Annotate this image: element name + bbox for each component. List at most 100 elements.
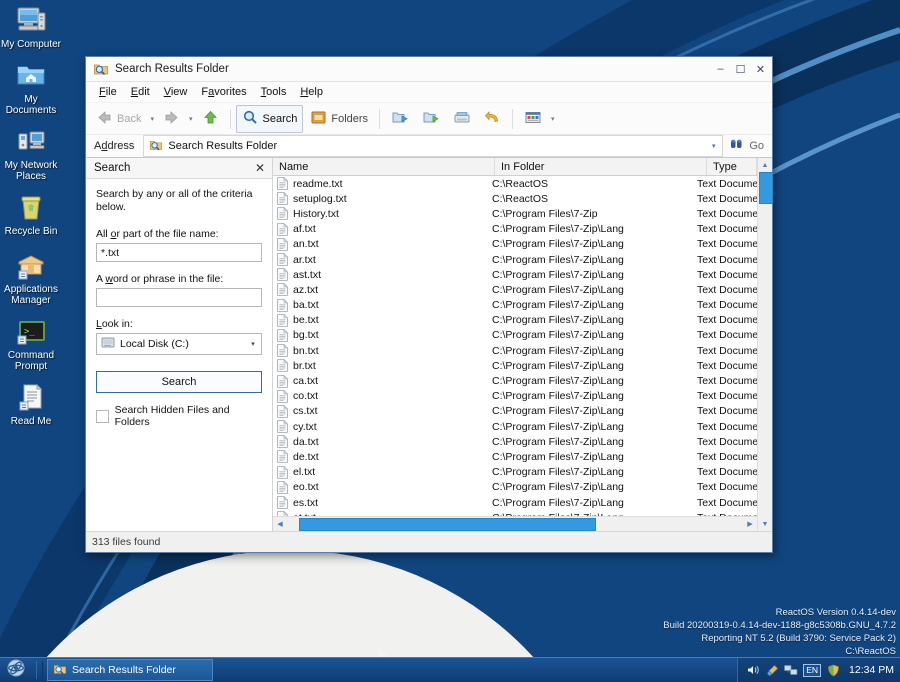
views-button[interactable] (518, 105, 548, 133)
search-submit-label: Search (162, 376, 197, 388)
file-list-header[interactable]: Name In Folder Type (273, 158, 757, 176)
scroll-down-button[interactable]: ▼ (758, 517, 772, 531)
table-row[interactable]: az.txtC:\Program Files\7-Zip\LangText Do… (273, 282, 757, 297)
menu-view[interactable]: View (157, 84, 195, 100)
brush-icon[interactable] (765, 663, 779, 677)
address-dropdown-button[interactable]: ▾ (705, 135, 723, 157)
shield-icon[interactable] (826, 663, 840, 677)
clock[interactable]: 12:34 PM (849, 664, 894, 676)
go-button[interactable]: Go (723, 138, 772, 155)
hscroll-track[interactable] (287, 517, 743, 531)
menu-help[interactable]: Help (293, 84, 330, 100)
column-header-name[interactable]: Name (273, 158, 495, 175)
maximize-button[interactable]: ☐ (731, 61, 750, 78)
desktop-icon-command-prompt[interactable]: >_ Command Prompt (0, 315, 62, 372)
delete-button[interactable] (447, 105, 477, 133)
minimize-button[interactable]: – (711, 61, 730, 78)
filename-input[interactable]: *.txt (96, 243, 262, 262)
column-header-type[interactable]: Type (707, 158, 757, 175)
desktop-icon-read-me[interactable]: Read Me (0, 381, 62, 427)
desktop-icon-my-documents[interactable]: My Documents (0, 59, 62, 116)
desktop[interactable]: My Computer My Documents (0, 0, 900, 682)
system-tray[interactable]: EN 12:34 PM (737, 658, 900, 682)
file-list-rows[interactable]: readme.txtC:\ReactOSText Documentsetuplo… (273, 176, 757, 516)
menu-edit[interactable]: Edit (124, 84, 157, 100)
lookin-combobox[interactable]: Local Disk (C:) ▾ (96, 333, 262, 355)
language-indicator[interactable]: EN (803, 664, 821, 677)
table-row[interactable]: af.txtC:\Program Files\7-Zip\LangText Do… (273, 222, 757, 237)
table-row[interactable]: el.txtC:\Program Files\7-Zip\LangText Do… (273, 465, 757, 480)
window-toolbar[interactable]: Back ▾ ▾ (86, 103, 772, 135)
table-row[interactable]: ba.txtC:\Program Files\7-Zip\LangText Do… (273, 298, 757, 313)
table-row[interactable]: readme.txtC:\ReactOSText Document (273, 176, 757, 191)
address-bar[interactable]: Address Search Results Folder ▾ (86, 135, 772, 158)
menu-tools[interactable]: Tools (254, 84, 294, 100)
folders-toolbar-button[interactable]: Folders (304, 105, 374, 133)
table-row[interactable]: History.txtC:\Program Files\7-ZipText Do… (273, 206, 757, 221)
table-row[interactable]: co.txtC:\Program Files\7-Zip\LangText Do… (273, 389, 757, 404)
table-row[interactable]: bg.txtC:\Program Files\7-Zip\LangText Do… (273, 328, 757, 343)
up-button[interactable] (196, 105, 225, 133)
forward-button[interactable] (157, 105, 186, 133)
cell-name: ca.txt (273, 375, 492, 388)
table-row[interactable]: br.txtC:\Program Files\7-Zip\LangText Do… (273, 358, 757, 373)
start-button[interactable] (0, 658, 32, 682)
file-list-panel[interactable]: Name In Folder Type readme.txtC:\ReactOS… (273, 158, 757, 531)
table-row[interactable]: de.txtC:\Program Files\7-Zip\LangText Do… (273, 449, 757, 464)
window-menubar[interactable]: FileEditViewFavoritesToolsHelp (86, 82, 772, 103)
table-row[interactable]: et.txtC:\Program Files\7-Zip\LangText Do… (273, 510, 757, 516)
views-dropdown-arrow[interactable]: ▾ (549, 115, 557, 123)
table-row[interactable]: es.txtC:\Program Files\7-Zip\LangText Do… (273, 495, 757, 510)
volume-icon[interactable] (746, 663, 760, 677)
close-button[interactable]: ✕ (751, 61, 770, 78)
close-icon[interactable]: ✕ (252, 161, 268, 175)
vertical-scrollbar[interactable]: ▲ ▼ (757, 158, 772, 531)
column-header-in-folder[interactable]: In Folder (495, 158, 707, 175)
scroll-up-button[interactable]: ▲ (758, 158, 772, 172)
table-row[interactable]: da.txtC:\Program Files\7-Zip\LangText Do… (273, 434, 757, 449)
address-input[interactable]: Search Results Folder (143, 135, 705, 157)
vscroll-thumb[interactable] (759, 172, 773, 204)
search-toolbar-button[interactable]: Search (236, 105, 304, 133)
forward-dropdown-arrow[interactable]: ▾ (187, 115, 195, 123)
undo-button[interactable] (478, 105, 507, 133)
vscroll-track[interactable] (758, 172, 772, 517)
table-row[interactable]: ar.txtC:\Program Files\7-Zip\LangText Do… (273, 252, 757, 267)
table-row[interactable]: eo.txtC:\Program Files\7-Zip\LangText Do… (273, 480, 757, 495)
search-hidden-checkbox[interactable]: Search Hidden Files and Folders (96, 404, 262, 428)
desktop-icon-my-computer[interactable]: My Computer (0, 4, 62, 50)
table-row[interactable]: setuplog.txtC:\ReactOSText Document (273, 191, 757, 206)
search-pane[interactable]: Search ✕ Search by any or all of the cri… (86, 158, 273, 531)
taskbar-item-search-results-folder[interactable]: Search Results Folder (47, 659, 213, 681)
search-submit-button[interactable]: Search (96, 371, 262, 393)
file-name: an.txt (293, 238, 319, 250)
explorer-window[interactable]: Search Results Folder – ☐ ✕ FileEditView… (85, 56, 773, 553)
back-button[interactable]: Back (90, 105, 147, 133)
menu-accelerator: a (208, 86, 214, 98)
desktop-icon-my-network-places[interactable]: My Network Places (0, 125, 62, 182)
taskbar[interactable]: Search Results Folder (0, 657, 900, 682)
copy-to-folder-button[interactable] (416, 105, 446, 133)
desktop-icon-applications-manager[interactable]: Applications Manager (0, 249, 62, 306)
window-titlebar[interactable]: Search Results Folder – ☐ ✕ (86, 57, 772, 82)
horizontal-scrollbar[interactable]: ◀ ▶ (273, 516, 757, 531)
table-row[interactable]: ast.txtC:\Program Files\7-Zip\LangText D… (273, 267, 757, 282)
table-row[interactable]: an.txtC:\Program Files\7-Zip\LangText Do… (273, 237, 757, 252)
hscroll-thumb[interactable] (299, 518, 596, 531)
desktop-icon-recycle-bin[interactable]: Recycle Bin (0, 191, 62, 237)
network-icon[interactable] (784, 663, 798, 677)
cell-in-folder: C:\Program Files\7-Zip\Lang (492, 223, 697, 235)
move-to-folder-button[interactable] (385, 105, 415, 133)
back-dropdown-arrow[interactable]: ▾ (148, 115, 156, 123)
scroll-right-button[interactable]: ▶ (743, 517, 757, 531)
table-row[interactable]: ca.txtC:\Program Files\7-Zip\LangText Do… (273, 373, 757, 388)
menu-file[interactable]: File (92, 84, 124, 100)
table-row[interactable]: cs.txtC:\Program Files\7-Zip\LangText Do… (273, 404, 757, 419)
menu-favorites[interactable]: Favorites (194, 84, 253, 100)
table-row[interactable]: cy.txtC:\Program Files\7-Zip\LangText Do… (273, 419, 757, 434)
table-row[interactable]: bn.txtC:\Program Files\7-Zip\LangText Do… (273, 343, 757, 358)
scroll-left-button[interactable]: ◀ (273, 517, 287, 531)
word-input[interactable] (96, 288, 262, 307)
table-row[interactable]: be.txtC:\Program Files\7-Zip\LangText Do… (273, 313, 757, 328)
chevron-down-icon[interactable]: ▾ (245, 340, 261, 348)
